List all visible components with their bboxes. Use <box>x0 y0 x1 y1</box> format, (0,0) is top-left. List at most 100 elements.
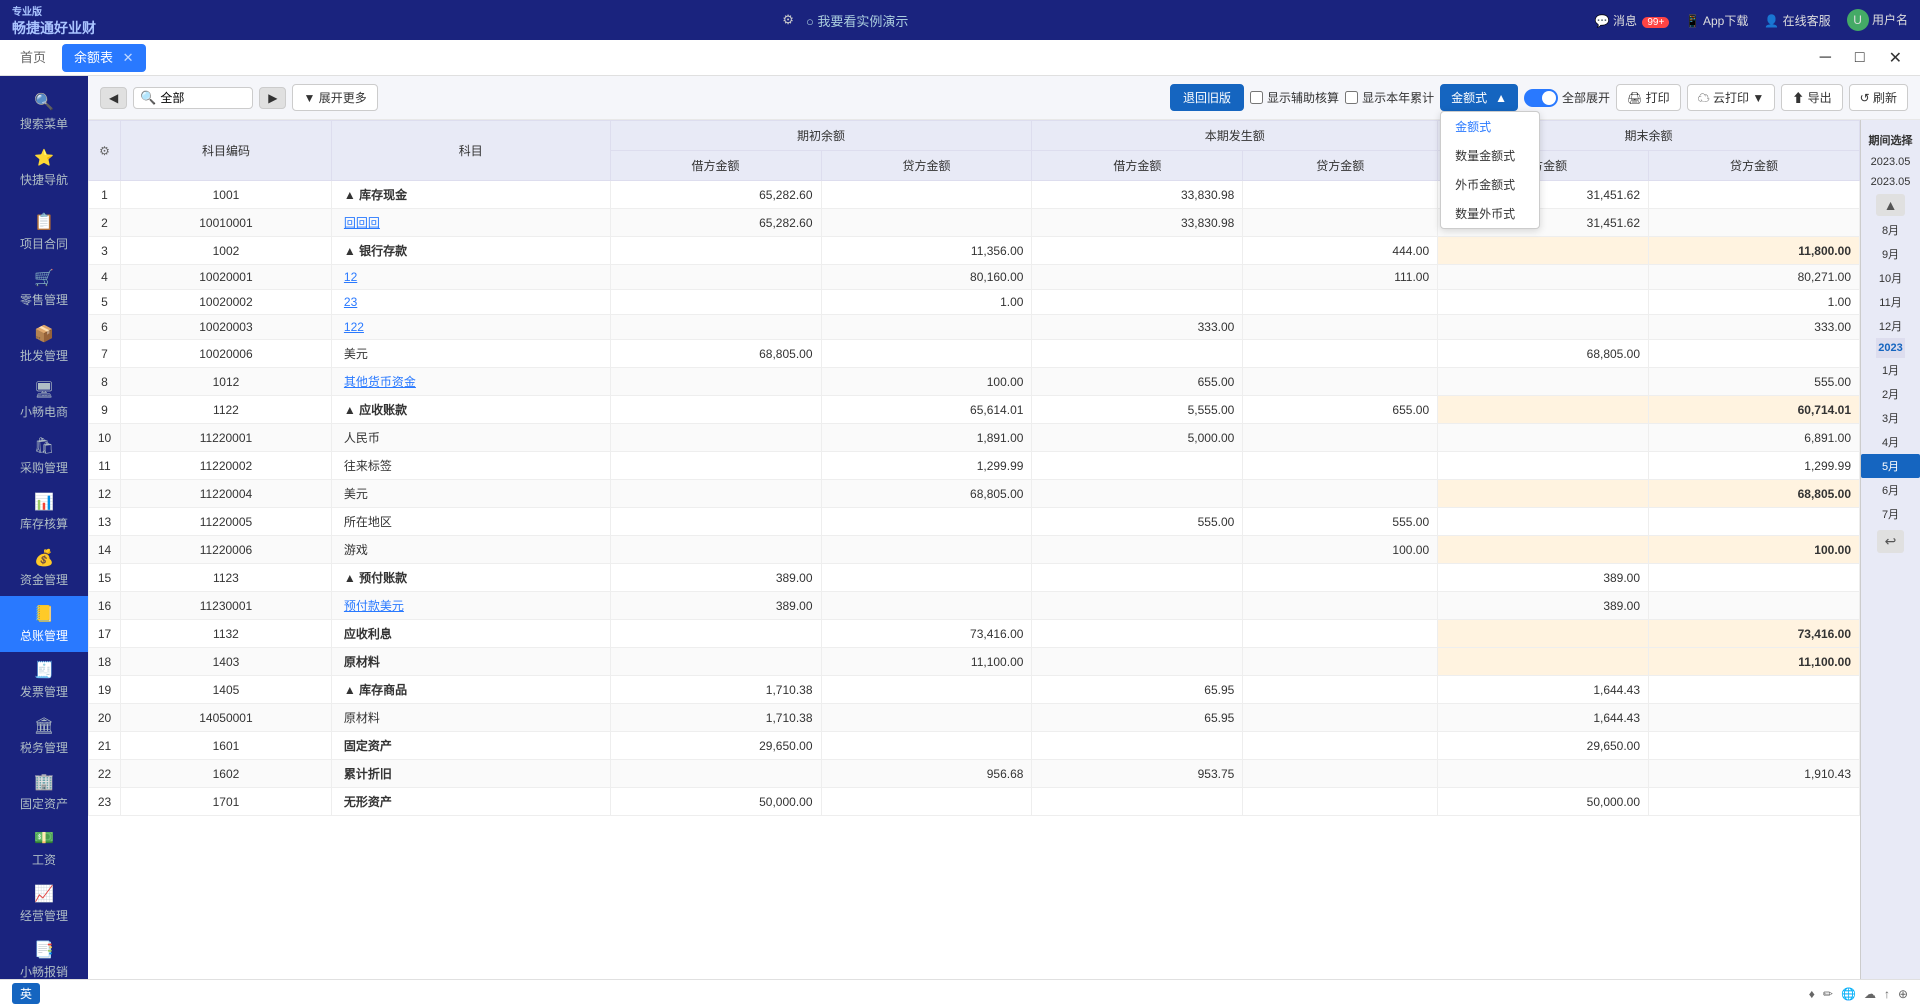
bottom-icon-4[interactable]: ☁ <box>1864 987 1876 1001</box>
period-2023-05-a[interactable]: 2023.05 <box>1861 152 1920 172</box>
tab-bar: 首页 余额表 ✕ ─ □ ✕ <box>0 40 1920 76</box>
sidebar-item-sales-report[interactable]: 📑 小畅报销 <box>0 932 88 979</box>
account-name: ▲ 预付账款 <box>344 571 407 585</box>
account-name: 累计折旧 <box>344 767 392 781</box>
format-option-quantity-amount[interactable]: 数量金额式 <box>1441 141 1539 170</box>
period-1[interactable]: 1月 <box>1861 358 1920 382</box>
format-option-amount[interactable]: 金额式 <box>1441 112 1539 141</box>
row-opening-credit <box>821 181 1032 209</box>
period-11[interactable]: 11月 <box>1861 290 1920 314</box>
bottom-icon-1[interactable]: ♦ <box>1809 987 1815 1001</box>
sidebar-item-wholesale[interactable]: 📦 批发管理 <box>0 316 88 372</box>
account-link[interactable]: 预付款美元 <box>344 599 404 613</box>
sidebar-item-search[interactable]: 🔍 搜索菜单 <box>0 84 88 140</box>
sidebar-item-salary[interactable]: 💵 工资 <box>0 820 88 876</box>
expand-more-btn[interactable]: ▼ 展开更多 <box>292 84 377 111</box>
refresh-btn[interactable]: ↺ 刷新 <box>1849 84 1908 111</box>
message-btn[interactable]: 💬 消息 99+ <box>1595 12 1670 29</box>
tab-minimize-btn[interactable]: ─ <box>1810 45 1841 71</box>
user-avatar[interactable]: U 用户名 <box>1847 9 1908 31</box>
row-period-debit <box>1032 564 1243 592</box>
sidebar-item-assets[interactable]: 🏢 固定资产 <box>0 764 88 820</box>
bottom-icon-5[interactable]: ↑ <box>1884 987 1890 1001</box>
sidebar-item-accounting[interactable]: 📒 总账管理 <box>0 596 88 652</box>
table-row: 20 14050001 原材料 1,710.38 65.95 1,644.43 <box>89 704 1860 732</box>
period-7[interactable]: 7月 <box>1861 502 1920 526</box>
period-4[interactable]: 4月 <box>1861 430 1920 454</box>
account-link[interactable]: 23 <box>344 295 357 309</box>
search-icon: 🔍 <box>34 92 54 112</box>
row-opening-credit: 80,160.00 <box>821 265 1032 290</box>
return-old-btn[interactable]: 退回旧版 <box>1170 84 1244 111</box>
row-period-debit: 33,830.98 <box>1032 181 1243 209</box>
account-link[interactable]: 回回回 <box>344 216 380 230</box>
row-code: 11220006 <box>121 536 332 564</box>
account-link[interactable]: 122 <box>344 320 364 334</box>
annual-checkbox-input[interactable] <box>1345 91 1358 104</box>
period-5[interactable]: 5月 <box>1861 454 1920 478</box>
tab-home[interactable]: 首页 <box>8 44 58 72</box>
period-9[interactable]: 9月 <box>1861 242 1920 266</box>
period-6[interactable]: 6月 <box>1861 478 1920 502</box>
row-period-credit <box>1243 788 1438 816</box>
sidebar-item-purchase[interactable]: 🛍 采购管理 <box>0 428 88 484</box>
table-row: 8 1012 其他货币资金 100.00 655.00 555.00 <box>89 368 1860 396</box>
search-input[interactable] <box>160 91 220 105</box>
sidebar-item-invoice[interactable]: 🧾 发票管理 <box>0 652 88 708</box>
auxiliary-checkbox-input[interactable] <box>1250 91 1263 104</box>
row-num: 11 <box>89 452 121 480</box>
format-dropdown-btn[interactable]: 金额式 ▲ <box>1440 84 1518 111</box>
nav-back-btn[interactable]: ◀ <box>100 87 127 109</box>
account-link[interactable]: 其他货币资金 <box>344 375 416 389</box>
format-dropdown-wrapper: 金额式 ▲ 金额式 数量金额式 外币金额式 数量外币式 <box>1440 84 1518 111</box>
settings-icon-top[interactable]: ⚙ <box>782 12 794 28</box>
period-down-btn[interactable]: ↩ <box>1877 530 1905 553</box>
export-btn[interactable]: ⬆ 导出 <box>1781 84 1842 111</box>
sidebar-item-tax[interactable]: 🏛 税务管理 <box>0 708 88 764</box>
account-name: ▲ 应收账款 <box>344 403 407 417</box>
app-download-btn[interactable]: 📱 App下载 <box>1685 12 1748 29</box>
period-up-btn[interactable]: ▲ <box>1876 194 1906 216</box>
online-service-btn[interactable]: 👤 在线客服 <box>1764 12 1830 29</box>
sidebar-item-ecommerce[interactable]: 🖥 小畅电商 <box>0 372 88 428</box>
period-8[interactable]: 8月 <box>1861 218 1920 242</box>
row-name: 预付款美元 <box>331 592 610 620</box>
tab-maximize-btn[interactable]: □ <box>1845 45 1875 71</box>
sidebar-label-sales-report: 小畅报销 <box>20 963 68 979</box>
bottom-lang[interactable]: 英 <box>12 983 40 1004</box>
settings-header[interactable]: ⚙ <box>89 121 121 181</box>
expand-all-switch[interactable] <box>1524 89 1558 107</box>
sidebar-item-retail[interactable]: 🛒 零售管理 <box>0 260 88 316</box>
period-10[interactable]: 10月 <box>1861 266 1920 290</box>
tab-balance[interactable]: 余额表 ✕ <box>62 44 146 72</box>
period-12[interactable]: 12月 <box>1861 314 1920 338</box>
format-option-quantity-foreign[interactable]: 数量外币式 <box>1441 199 1539 228</box>
nav-forward-btn[interactable]: ▶ <box>259 87 286 109</box>
row-closing-credit: 80,271.00 <box>1649 265 1860 290</box>
sidebar-item-inventory[interactable]: 📊 库存核算 <box>0 484 88 540</box>
row-code: 10020002 <box>121 290 332 315</box>
bottom-icon-2[interactable]: ✏ <box>1823 987 1833 1001</box>
sidebar-item-operations[interactable]: 📈 经营管理 <box>0 876 88 932</box>
period-2[interactable]: 2月 <box>1861 382 1920 406</box>
account-link[interactable]: 12 <box>344 270 357 284</box>
row-closing-debit: 68,805.00 <box>1438 340 1649 368</box>
sidebar-label-capital: 资金管理 <box>20 571 68 588</box>
tab-close-btn[interactable]: ✕ <box>1879 44 1912 72</box>
bottom-icon-3[interactable]: 🌐 <box>1841 987 1856 1001</box>
tab-close-balance[interactable]: ✕ <box>123 50 134 65</box>
format-option-foreign-amount[interactable]: 外币金额式 <box>1441 170 1539 199</box>
demo-link[interactable]: ○ 我要看实例演示 <box>806 11 908 30</box>
cloud-print-btn[interactable]: ☁ 云打印 ▼ <box>1687 84 1776 111</box>
sidebar-item-project[interactable]: 📋 项目合同 <box>0 204 88 260</box>
sidebar-item-capital[interactable]: 💰 资金管理 <box>0 540 88 596</box>
bottom-icon-6[interactable]: ⊕ <box>1898 987 1908 1001</box>
print-btn[interactable]: 🖨 打印 <box>1616 84 1681 111</box>
row-period-debit: 333.00 <box>1032 315 1243 340</box>
sidebar-item-quick-nav[interactable]: ⭐ 快捷导航 <box>0 140 88 196</box>
row-closing-credit <box>1649 340 1860 368</box>
row-opening-credit <box>821 592 1032 620</box>
period-3[interactable]: 3月 <box>1861 406 1920 430</box>
table-row: 22 1602 累计折旧 956.68 953.75 1,910.43 <box>89 760 1860 788</box>
period-2023-05-b[interactable]: 2023.05 <box>1861 172 1920 192</box>
